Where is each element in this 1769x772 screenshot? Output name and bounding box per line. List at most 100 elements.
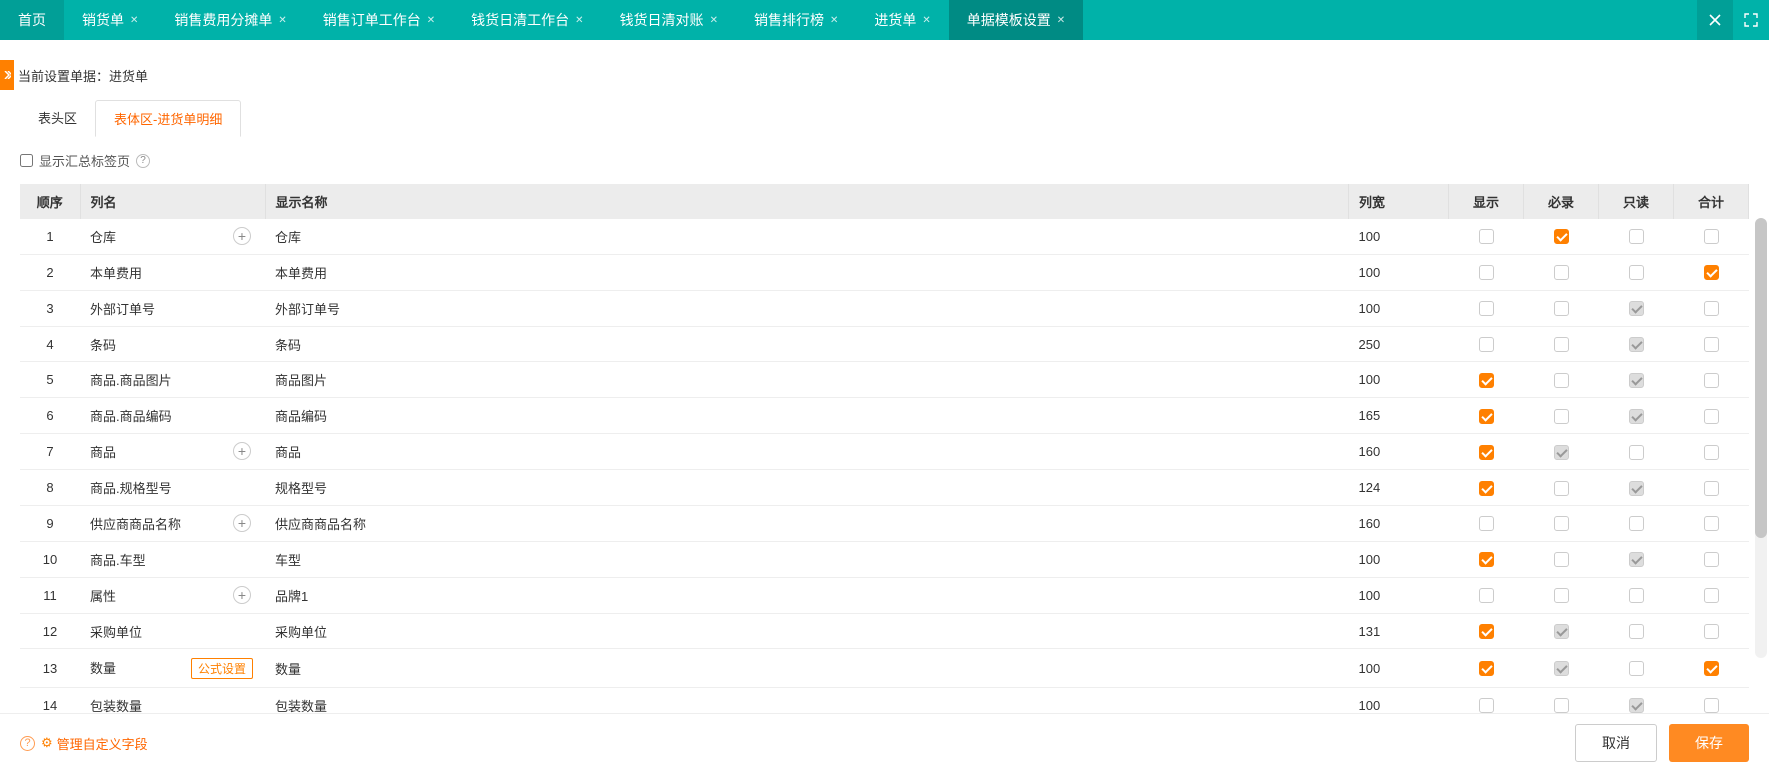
cell-width[interactable]: 100 (1349, 219, 1449, 254)
cell-disp[interactable]: 条码 (265, 326, 1349, 362)
cell-disp[interactable]: 品牌1 (265, 577, 1349, 613)
cell-width[interactable]: 165 (1349, 398, 1449, 434)
checkbox[interactable] (1704, 481, 1719, 496)
checkbox[interactable] (1479, 373, 1494, 388)
checkbox[interactable] (1554, 552, 1569, 567)
checkbox[interactable] (1479, 588, 1494, 603)
close-icon[interactable]: ✕ (710, 15, 718, 26)
checkbox[interactable] (1554, 229, 1569, 244)
table-row[interactable]: 5商品.商品图片商品图片100 (20, 362, 1749, 398)
scrollbar-track[interactable] (1755, 218, 1767, 658)
checkbox[interactable] (1479, 337, 1494, 352)
top-tab-8[interactable]: 单据模板设置✕ (949, 0, 1083, 40)
table-row[interactable]: 11属性+品牌1100 (20, 577, 1749, 613)
cell-disp[interactable]: 本单费用 (265, 254, 1349, 290)
scrollbar-thumb[interactable] (1755, 218, 1767, 538)
checkbox[interactable] (1479, 661, 1494, 676)
cell-width[interactable]: 100 (1349, 577, 1449, 613)
top-tab-2[interactable]: 销售费用分摊单✕ (156, 0, 304, 40)
save-button[interactable]: 保存 (1669, 724, 1749, 762)
cell-disp[interactable]: 车型 (265, 541, 1349, 577)
cell-width[interactable]: 160 (1349, 434, 1449, 470)
checkbox[interactable] (1704, 301, 1719, 316)
checkbox[interactable] (1479, 265, 1494, 280)
checkbox[interactable] (1704, 337, 1719, 352)
top-tab-0[interactable]: 首页 (0, 0, 64, 40)
checkbox[interactable] (1554, 516, 1569, 531)
cell-width[interactable]: 160 (1349, 505, 1449, 541)
table-row[interactable]: 2本单费用本单费用100 (20, 254, 1749, 290)
cell-width[interactable]: 100 (1349, 290, 1449, 326)
checkbox[interactable] (1629, 624, 1644, 639)
checkbox[interactable] (1479, 516, 1494, 531)
checkbox[interactable] (1554, 265, 1569, 280)
checkbox[interactable] (1479, 624, 1494, 639)
close-icon[interactable]: ✕ (922, 15, 930, 26)
checkbox[interactable] (1704, 624, 1719, 639)
table-row[interactable]: 7商品+商品160 (20, 434, 1749, 470)
checkbox[interactable] (1704, 552, 1719, 567)
top-tab-1[interactable]: 销货单✕ (64, 0, 156, 40)
checkbox[interactable] (1629, 661, 1644, 676)
cell-disp[interactable]: 供应商商品名称 (265, 505, 1349, 541)
table-row[interactable]: 6商品.商品编码商品编码165 (20, 398, 1749, 434)
top-tab-4[interactable]: 钱货日清工作台✕ (453, 0, 601, 40)
fullscreen-button[interactable] (1733, 0, 1769, 40)
top-tab-7[interactable]: 进货单✕ (856, 0, 948, 40)
checkbox[interactable] (1554, 588, 1569, 603)
cell-width[interactable]: 100 (1349, 254, 1449, 290)
cell-disp[interactable]: 采购单位 (265, 613, 1349, 649)
cancel-button[interactable]: 取消 (1575, 724, 1657, 762)
checkbox[interactable] (1479, 409, 1494, 424)
close-icon[interactable]: ✕ (1057, 15, 1065, 26)
cell-disp[interactable]: 仓库 (265, 219, 1349, 254)
add-icon[interactable]: + (233, 227, 251, 245)
close-icon[interactable]: ✕ (427, 15, 435, 26)
checkbox[interactable] (1704, 373, 1719, 388)
cell-width[interactable]: 100 (1349, 649, 1449, 687)
cell-width[interactable]: 124 (1349, 470, 1449, 506)
checkbox[interactable] (1554, 373, 1569, 388)
help-icon[interactable]: ? (20, 736, 35, 751)
checkbox[interactable] (1629, 229, 1644, 244)
checkbox[interactable] (1479, 698, 1494, 713)
checkbox[interactable] (1704, 265, 1719, 280)
add-icon[interactable]: + (233, 514, 251, 532)
checkbox[interactable] (1554, 301, 1569, 316)
checkbox[interactable] (1629, 588, 1644, 603)
cell-width[interactable]: 131 (1349, 613, 1449, 649)
top-tab-6[interactable]: 销售排行榜✕ (736, 0, 856, 40)
checkbox[interactable] (1479, 229, 1494, 244)
checkbox[interactable] (1479, 552, 1494, 567)
checkbox[interactable] (1704, 516, 1719, 531)
inner-tab-0[interactable]: 表头区 (20, 100, 95, 137)
add-icon[interactable]: + (233, 442, 251, 460)
checkbox[interactable] (1479, 481, 1494, 496)
checkbox[interactable] (1629, 445, 1644, 460)
table-row[interactable]: 8商品.规格型号规格型号124 (20, 470, 1749, 506)
table-row[interactable]: 3外部订单号外部订单号100 (20, 290, 1749, 326)
show-summary-checkbox[interactable]: 显示汇总标签页 (20, 151, 130, 170)
checkbox[interactable] (1479, 445, 1494, 460)
checkbox[interactable] (1704, 229, 1719, 244)
top-tab-3[interactable]: 销售订单工作台✕ (305, 0, 453, 40)
cell-disp[interactable]: 外部订单号 (265, 290, 1349, 326)
cell-width[interactable]: 100 (1349, 362, 1449, 398)
table-row[interactable]: 9供应商商品名称+供应商商品名称160 (20, 505, 1749, 541)
checkbox[interactable] (1629, 516, 1644, 531)
cell-disp[interactable]: 数量 (265, 649, 1349, 687)
checkbox[interactable] (1704, 445, 1719, 460)
collapse-toggle[interactable] (0, 60, 14, 90)
table-row[interactable]: 12采购单位采购单位131 (20, 613, 1749, 649)
cell-disp[interactable]: 规格型号 (265, 470, 1349, 506)
checkbox[interactable] (1554, 481, 1569, 496)
inner-tab-1[interactable]: 表体区-进货单明细 (95, 100, 241, 137)
formula-button[interactable]: 公式设置 (191, 658, 253, 679)
cell-width[interactable]: 100 (1349, 541, 1449, 577)
help-icon[interactable]: ? (136, 154, 150, 168)
cell-disp[interactable]: 商品图片 (265, 362, 1349, 398)
checkbox[interactable] (1554, 337, 1569, 352)
manage-custom-fields-link[interactable]: 管理自定义字段 (57, 734, 148, 753)
table-row[interactable]: 4条码条码250 (20, 326, 1749, 362)
top-tab-5[interactable]: 钱货日清对账✕ (602, 0, 736, 40)
